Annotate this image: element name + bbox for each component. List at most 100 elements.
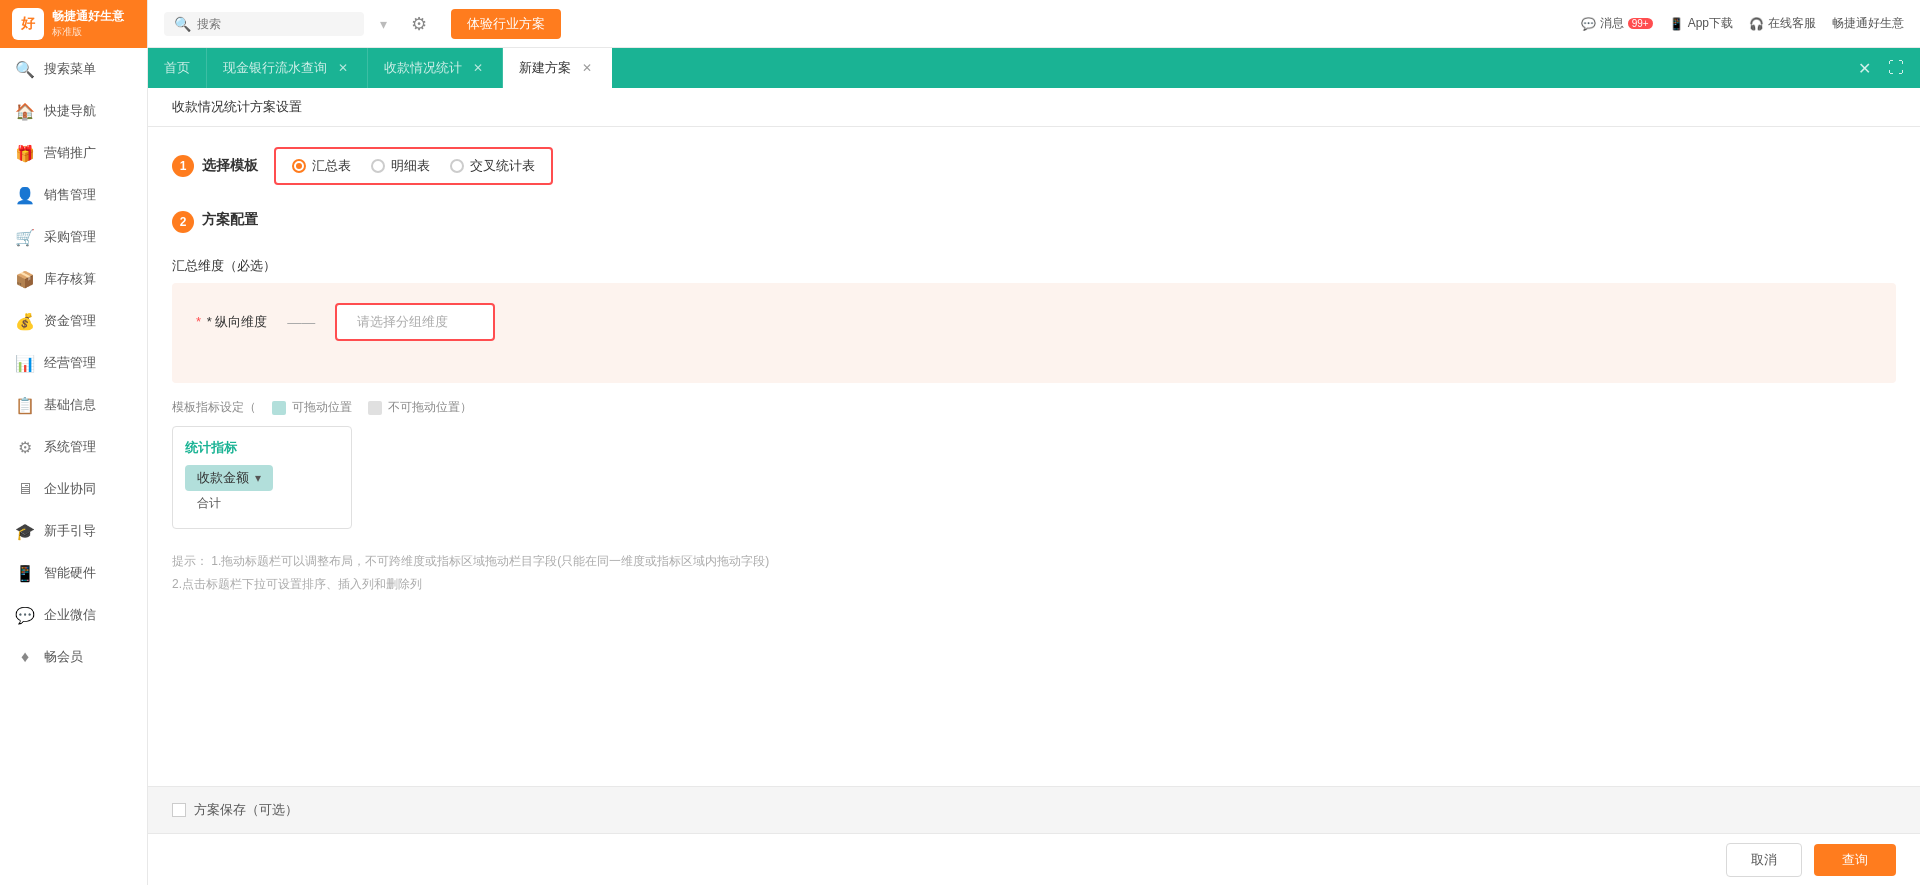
indicator-tags: 收款金额 ▾ 合计 — [185, 465, 339, 516]
clipboard-icon: 📋 — [16, 396, 34, 414]
radio-summary-circle — [292, 159, 306, 173]
sidebar-item-sales[interactable]: 👤 销售管理 — [0, 174, 147, 216]
radio-detail-label: 明细表 — [391, 157, 430, 175]
indicators-group-label: 统计指标 — [185, 439, 339, 457]
page-title: 收款情况统计方案设置 — [172, 99, 302, 114]
sidebar-item-guide[interactable]: 🎓 新手引导 — [0, 510, 147, 552]
sidebar-item-hardware[interactable]: 📱 智能硬件 — [0, 552, 147, 594]
settings-icon[interactable]: ⚙ — [403, 8, 435, 40]
sidebar-item-label: 搜索菜单 — [44, 60, 96, 78]
sidebar-item-label: 销售管理 — [44, 186, 96, 204]
logo-icon: 好 — [12, 8, 44, 40]
sidebar-item-inventory[interactable]: 📦 库存核算 — [0, 258, 147, 300]
sidebar-item-label: 营销推广 — [44, 144, 96, 162]
sidebar-item-purchase[interactable]: 🛒 采购管理 — [0, 216, 147, 258]
indicators-table: 统计指标 收款金额 ▾ 合计 — [172, 426, 352, 529]
sidebar-title-text: 畅捷通好生意 — [52, 9, 124, 25]
search-input[interactable] — [197, 17, 347, 31]
tab-receipt-stats[interactable]: 收款情况统计 ✕ — [368, 48, 503, 88]
tab-receipt-stats-close[interactable]: ✕ — [470, 60, 486, 76]
app-download-button[interactable]: 📱 App下载 — [1669, 15, 1733, 32]
indicators-section-prefix: 模板指标设定（ — [172, 399, 256, 416]
step1-label: 选择模板 — [202, 157, 258, 175]
cancel-button[interactable]: 取消 — [1726, 843, 1802, 877]
indicator-sub-label: 合计 — [185, 491, 339, 516]
form-section: 1 选择模板 汇总表 明细表 交叉统计表 — [148, 127, 1920, 786]
guide-icon: 🎓 — [16, 522, 34, 540]
sidebar-item-basic-info[interactable]: 📋 基础信息 — [0, 384, 147, 426]
non-draggable-legend-box — [368, 401, 382, 415]
tab-cash-flow-label: 现金银行流水查询 — [223, 59, 327, 77]
page-header: 收款情况统计方案设置 — [148, 88, 1920, 127]
download-icon: 📱 — [1669, 17, 1684, 31]
online-service-button[interactable]: 🎧 在线客服 — [1749, 15, 1816, 32]
tab-cash-flow[interactable]: 现金银行流水查询 ✕ — [207, 48, 368, 88]
tab-cash-flow-close[interactable]: ✕ — [335, 60, 351, 76]
sidebar-badge: 标准版 — [52, 25, 124, 39]
sidebar-item-system[interactable]: ⚙ 系统管理 — [0, 426, 147, 468]
sidebar-item-member[interactable]: ♦ 畅会员 — [0, 636, 147, 678]
step2-row: 2 方案配置 — [172, 209, 1896, 233]
tab-new-plan-close[interactable]: ✕ — [579, 60, 595, 76]
radio-cross-label: 交叉统计表 — [470, 157, 535, 175]
sidebar-item-label: 系统管理 — [44, 438, 96, 456]
box-icon: 📦 — [16, 270, 34, 288]
search-dropdown-icon[interactable]: ▾ — [380, 16, 387, 32]
radio-detail-circle — [371, 159, 385, 173]
sidebar-item-operations[interactable]: 📊 经营管理 — [0, 342, 147, 384]
trial-button[interactable]: 体验行业方案 — [451, 9, 561, 39]
wechat-icon: 💬 — [16, 606, 34, 624]
page-content: 收款情况统计方案设置 1 选择模板 汇总表 明细表 — [148, 88, 1920, 833]
radio-cross-circle — [450, 159, 464, 173]
dimension-input-box[interactable]: 请选择分组维度 — [335, 303, 495, 341]
tab-home[interactable]: 首页 — [148, 48, 207, 88]
sidebar-item-capital[interactable]: 💰 资金管理 — [0, 300, 147, 342]
search-icon: 🔍 — [174, 16, 191, 32]
tab-new-plan[interactable]: 新建方案 ✕ — [503, 48, 612, 88]
hint-line-1: 提示： 1.拖动标题栏可以调整布局，不可跨维度或指标区域拖动栏目字段(只能在同一… — [172, 553, 1896, 570]
radio-detail[interactable]: 明细表 — [371, 157, 430, 175]
username-display: 畅捷通好生意 — [1832, 15, 1904, 32]
gear-icon: ⚙ — [16, 438, 34, 456]
topbar-actions: 💬 消息 99+ 📱 App下载 🎧 在线客服 畅捷通好生意 — [1581, 15, 1904, 32]
sidebar-item-quick-nav[interactable]: 🏠 快捷导航 — [0, 90, 147, 132]
home-icon: 🏠 — [16, 102, 34, 120]
sidebar-nav: 🔍 搜索菜单 🏠 快捷导航 🎁 营销推广 👤 销售管理 🛒 采购管理 📦 库存核… — [0, 48, 147, 885]
sidebar-item-search-menu[interactable]: 🔍 搜索菜单 — [0, 48, 147, 90]
radio-summary[interactable]: 汇总表 — [292, 157, 351, 175]
sidebar-title: 畅捷通好生意 标准版 — [52, 9, 124, 39]
sidebar-item-label: 基础信息 — [44, 396, 96, 414]
tab-close-all-icon[interactable]: ✕ — [1852, 56, 1876, 80]
notification-badge: 99+ — [1628, 18, 1653, 29]
gift-icon: 🎁 — [16, 144, 34, 162]
step1-row: 1 选择模板 汇总表 明细表 交叉统计表 — [172, 147, 1896, 185]
radio-summary-label: 汇总表 — [312, 157, 351, 175]
dimension-arrow: —— — [287, 314, 315, 330]
query-button[interactable]: 查询 — [1814, 844, 1896, 876]
sidebar-item-label: 企业协同 — [44, 480, 96, 498]
sidebar-header: 好 畅捷通好生意 标准版 — [0, 0, 147, 48]
tab-receipt-stats-label: 收款情况统计 — [384, 59, 462, 77]
app-download-label: App下载 — [1688, 15, 1733, 32]
sidebar-item-enterprise[interactable]: 🖥 企业协同 — [0, 468, 147, 510]
step1-badge: 1 — [172, 155, 194, 177]
tab-new-plan-label: 新建方案 — [519, 59, 571, 77]
indicator-tag-receipt[interactable]: 收款金额 ▾ — [185, 465, 273, 491]
tab-expand-icon[interactable]: ⛶ — [1884, 56, 1908, 80]
save-checkbox[interactable] — [172, 803, 186, 817]
sidebar-item-wechat[interactable]: 💬 企业微信 — [0, 594, 147, 636]
search-box[interactable]: 🔍 — [164, 12, 364, 36]
notification-button[interactable]: 💬 消息 99+ — [1581, 15, 1653, 32]
tabbar: 首页 现金银行流水查询 ✕ 收款情况统计 ✕ 新建方案 ✕ ✕ ⛶ — [148, 48, 1920, 88]
radio-cross[interactable]: 交叉统计表 — [450, 157, 535, 175]
sidebar-item-marketing[interactable]: 🎁 营销推广 — [0, 132, 147, 174]
dimension-area: * * 纵向维度 —— 请选择分组维度 — [172, 283, 1896, 383]
member-icon: ♦ — [16, 648, 34, 666]
indicator-dropdown-icon[interactable]: ▾ — [255, 471, 261, 485]
user-icon: 👤 — [16, 186, 34, 204]
template-selection-box: 汇总表 明细表 交叉统计表 — [274, 147, 553, 185]
sidebar-item-label: 库存核算 — [44, 270, 96, 288]
hints-area: 提示： 1.拖动标题栏可以调整布局，不可跨维度或指标区域拖动栏目字段(只能在同一… — [172, 553, 1896, 615]
dimension-section-title: 汇总维度（必选） — [172, 257, 1896, 275]
config-section: 汇总维度（必选） * * 纵向维度 —— 请选择分组维度 模板指标设定（ — [172, 257, 1896, 615]
